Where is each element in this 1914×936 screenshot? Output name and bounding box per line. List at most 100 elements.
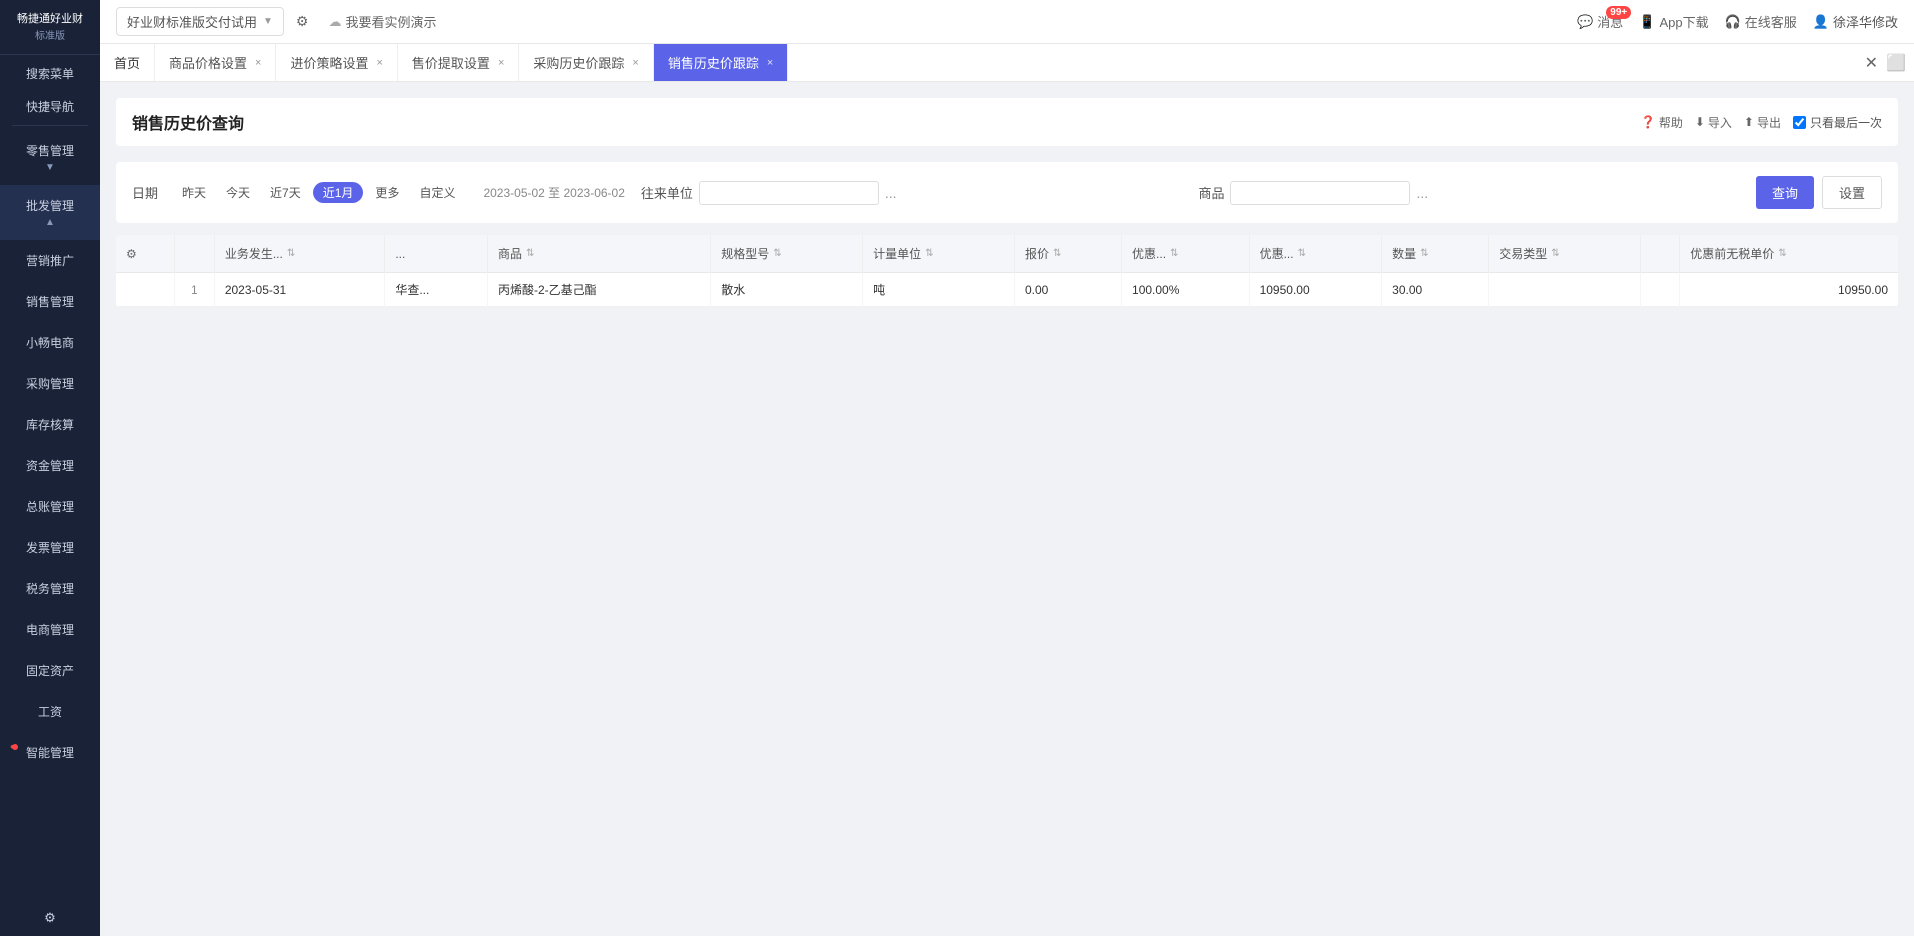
customer-filter-more[interactable]: ... bbox=[885, 185, 897, 201]
data-table-container: ⚙ 业务发生... ⇅ ... bbox=[116, 235, 1898, 307]
main-area: 好业财标准版交付试用 ▼ ⚙ ☁ 我要看实例演示 💬 消息 99+ 📱 App下… bbox=[100, 0, 1914, 936]
sidebar-item-marketing[interactable]: 营销推广 bbox=[0, 240, 100, 281]
col-more[interactable]: ... bbox=[385, 235, 488, 273]
sidebar-item-ecommerce-small[interactable]: 小畅电商 bbox=[0, 322, 100, 363]
row-unit-cell: 吨 bbox=[863, 273, 1015, 307]
col-gear[interactable]: ⚙ bbox=[116, 235, 174, 273]
close-icon[interactable]: × bbox=[632, 57, 638, 69]
demo-button[interactable]: ☁ 我要看实例演示 bbox=[328, 12, 436, 31]
export-button[interactable]: ⬆ 导出 bbox=[1744, 114, 1781, 131]
only-last-checkbox[interactable] bbox=[1793, 116, 1806, 129]
sidebar-item-payroll[interactable]: 工资 bbox=[0, 691, 100, 732]
sidebar-item-tax[interactable]: 税务管理 bbox=[0, 568, 100, 609]
sidebar-quick-nav[interactable]: 快捷导航 bbox=[0, 92, 100, 121]
phone-icon: 📱 bbox=[1639, 14, 1655, 30]
gear-icon[interactable]: ⚙ bbox=[126, 247, 137, 261]
date-btn-last7[interactable]: 近7天 bbox=[262, 182, 309, 203]
user-menu-button[interactable]: 👤 徐泽华修改 bbox=[1813, 12, 1898, 31]
data-table: ⚙ 业务发生... ⇅ ... bbox=[116, 235, 1898, 307]
date-btn-more[interactable]: 更多 bbox=[367, 182, 407, 203]
sidebar-logo: 畅捷通好业财 标准版 bbox=[0, 0, 100, 55]
tab-purchase-history[interactable]: 采购历史价跟踪 × bbox=[519, 44, 653, 81]
sidebar-item-sales[interactable]: 销售管理 bbox=[0, 281, 100, 322]
online-service-button[interactable]: 🎧 在线客服 bbox=[1725, 12, 1797, 31]
filter-row: 日期 昨天 今天 近7天 近1月 更多 自定义 2023-05-02 至 202… bbox=[132, 176, 1882, 209]
date-btn-last1month[interactable]: 近1月 bbox=[313, 182, 364, 203]
gear-icon: ⚙ bbox=[44, 910, 56, 925]
sidebar-logo-sub: 标准版 bbox=[8, 27, 92, 42]
close-icon[interactable]: × bbox=[498, 57, 504, 69]
row-customer-cell: 华查... bbox=[385, 273, 488, 307]
col-spec[interactable]: 规格型号 ⇅ bbox=[711, 235, 863, 273]
import-button[interactable]: ⬇ 导入 bbox=[1695, 114, 1732, 131]
tab-price[interactable]: 商品价格设置 × bbox=[155, 44, 276, 81]
sidebar-item-retail[interactable]: 零售管理 ▼ bbox=[0, 130, 100, 185]
query-button[interactable]: 查询 bbox=[1756, 176, 1814, 209]
col-pretax-price[interactable]: 优惠前无税单价 ⇅ bbox=[1680, 235, 1898, 273]
tab-price-label: 商品价格设置 bbox=[169, 53, 247, 72]
sidebar-item-purchase[interactable]: 采购管理 bbox=[0, 363, 100, 404]
tab-purchase-strategy[interactable]: 进价策略设置 × bbox=[276, 44, 397, 81]
only-last-checkbox-container: 只看最后一次 bbox=[1793, 114, 1882, 131]
message-button[interactable]: 💬 消息 99+ bbox=[1577, 12, 1623, 31]
close-window-button[interactable]: ✕ bbox=[1865, 53, 1878, 73]
topbar: 好业财标准版交付试用 ▼ ⚙ ☁ 我要看实例演示 💬 消息 99+ 📱 App下… bbox=[100, 0, 1914, 44]
tab-sale-history[interactable]: 销售历史价跟踪 × bbox=[654, 44, 788, 81]
sidebar-item-wholesale[interactable]: 批发管理 ▲ bbox=[0, 185, 100, 240]
import-icon: ⬇ bbox=[1695, 115, 1705, 129]
sidebar-item-fixed-assets[interactable]: 固定资产 bbox=[0, 650, 100, 691]
app-download-button[interactable]: 📱 App下载 bbox=[1639, 12, 1708, 31]
maximize-window-button[interactable]: ⬜ bbox=[1886, 53, 1906, 73]
tab-sale-history-label: 销售历史价跟踪 bbox=[668, 53, 759, 72]
sidebar-item-ecommerce[interactable]: 电商管理 bbox=[0, 609, 100, 650]
customer-filter-label: 往来单位 bbox=[641, 183, 693, 202]
date-btn-today[interactable]: 今天 bbox=[218, 182, 258, 203]
date-btn-custom[interactable]: 自定义 bbox=[411, 182, 463, 203]
col-price[interactable]: 报价 ⇅ bbox=[1014, 235, 1121, 273]
tab-sale-extract[interactable]: 售价提取设置 × bbox=[398, 44, 519, 81]
sort-icon: ⇅ bbox=[1420, 248, 1428, 259]
sort-icon: ⇅ bbox=[526, 248, 534, 259]
version-selector[interactable]: 好业财标准版交付试用 ▼ bbox=[116, 7, 284, 36]
tab-home[interactable]: 首页 bbox=[100, 44, 155, 81]
col-product[interactable]: 商品 ⇅ bbox=[487, 235, 710, 273]
col-discount1[interactable]: 优惠... ⇅ bbox=[1122, 235, 1250, 273]
col-qty[interactable]: 数量 ⇅ bbox=[1382, 235, 1489, 273]
help-button[interactable]: ❓ 帮助 bbox=[1641, 114, 1683, 131]
row-product-cell: 丙烯酸-2-乙基己酯 bbox=[487, 273, 710, 307]
close-icon[interactable]: × bbox=[255, 57, 261, 69]
col-tx-type[interactable]: 交易类型 ⇅ bbox=[1489, 235, 1641, 273]
settings-icon[interactable]: ⚙ bbox=[296, 13, 309, 30]
help-icon: ❓ bbox=[1641, 115, 1656, 129]
close-icon[interactable]: × bbox=[376, 57, 382, 69]
sidebar-logo-text: 畅捷通好业财 bbox=[8, 12, 92, 27]
customer-filter-input[interactable] bbox=[699, 181, 879, 205]
username-label: 徐泽华修改 bbox=[1833, 12, 1898, 31]
filter-actions: 查询 设置 bbox=[1756, 176, 1882, 209]
row-biz-date-cell: 2023-05-31 bbox=[214, 273, 385, 307]
date-btn-yesterday[interactable]: 昨天 bbox=[174, 182, 214, 203]
product-filter-input[interactable] bbox=[1230, 181, 1410, 205]
date-filter-label: 日期 bbox=[132, 183, 158, 202]
sidebar-item-accounting[interactable]: 总账管理 bbox=[0, 486, 100, 527]
col-discount2[interactable]: 优惠... ⇅ bbox=[1249, 235, 1382, 273]
sidebar-settings-button[interactable]: ⚙ bbox=[0, 900, 100, 936]
sidebar-item-finance[interactable]: 资金管理 bbox=[0, 445, 100, 486]
tab-sale-extract-label: 售价提取设置 bbox=[412, 53, 490, 72]
col-unit[interactable]: 计量单位 ⇅ bbox=[863, 235, 1015, 273]
col-biz-date[interactable]: 业务发生... ⇅ bbox=[214, 235, 385, 273]
page-title: 销售历史价查询 bbox=[132, 110, 244, 134]
settings-button[interactable]: 设置 bbox=[1822, 176, 1882, 209]
sidebar-item-smart[interactable]: ● 智能管理 bbox=[0, 732, 100, 773]
sidebar-search[interactable]: 搜索菜单 bbox=[0, 55, 100, 92]
row-discount1-cell: 100.00% bbox=[1122, 273, 1250, 307]
table-row: 1 2023-05-31 华查... 丙烯酸-2-乙基己酯 散水 吨 0.00 … bbox=[116, 273, 1898, 307]
sidebar-item-inventory[interactable]: 库存核算 bbox=[0, 404, 100, 445]
product-filter-more[interactable]: ... bbox=[1416, 185, 1428, 201]
message-badge: 99+ bbox=[1606, 6, 1631, 19]
close-icon[interactable]: × bbox=[767, 57, 773, 69]
col-spacer bbox=[1641, 235, 1680, 273]
tabbar: 首页 商品价格设置 × 进价策略设置 × 售价提取设置 × 采购历史价跟踪 × … bbox=[100, 44, 1914, 82]
sort-icon: ⇅ bbox=[287, 248, 295, 259]
sidebar-item-invoice[interactable]: 发票管理 bbox=[0, 527, 100, 568]
